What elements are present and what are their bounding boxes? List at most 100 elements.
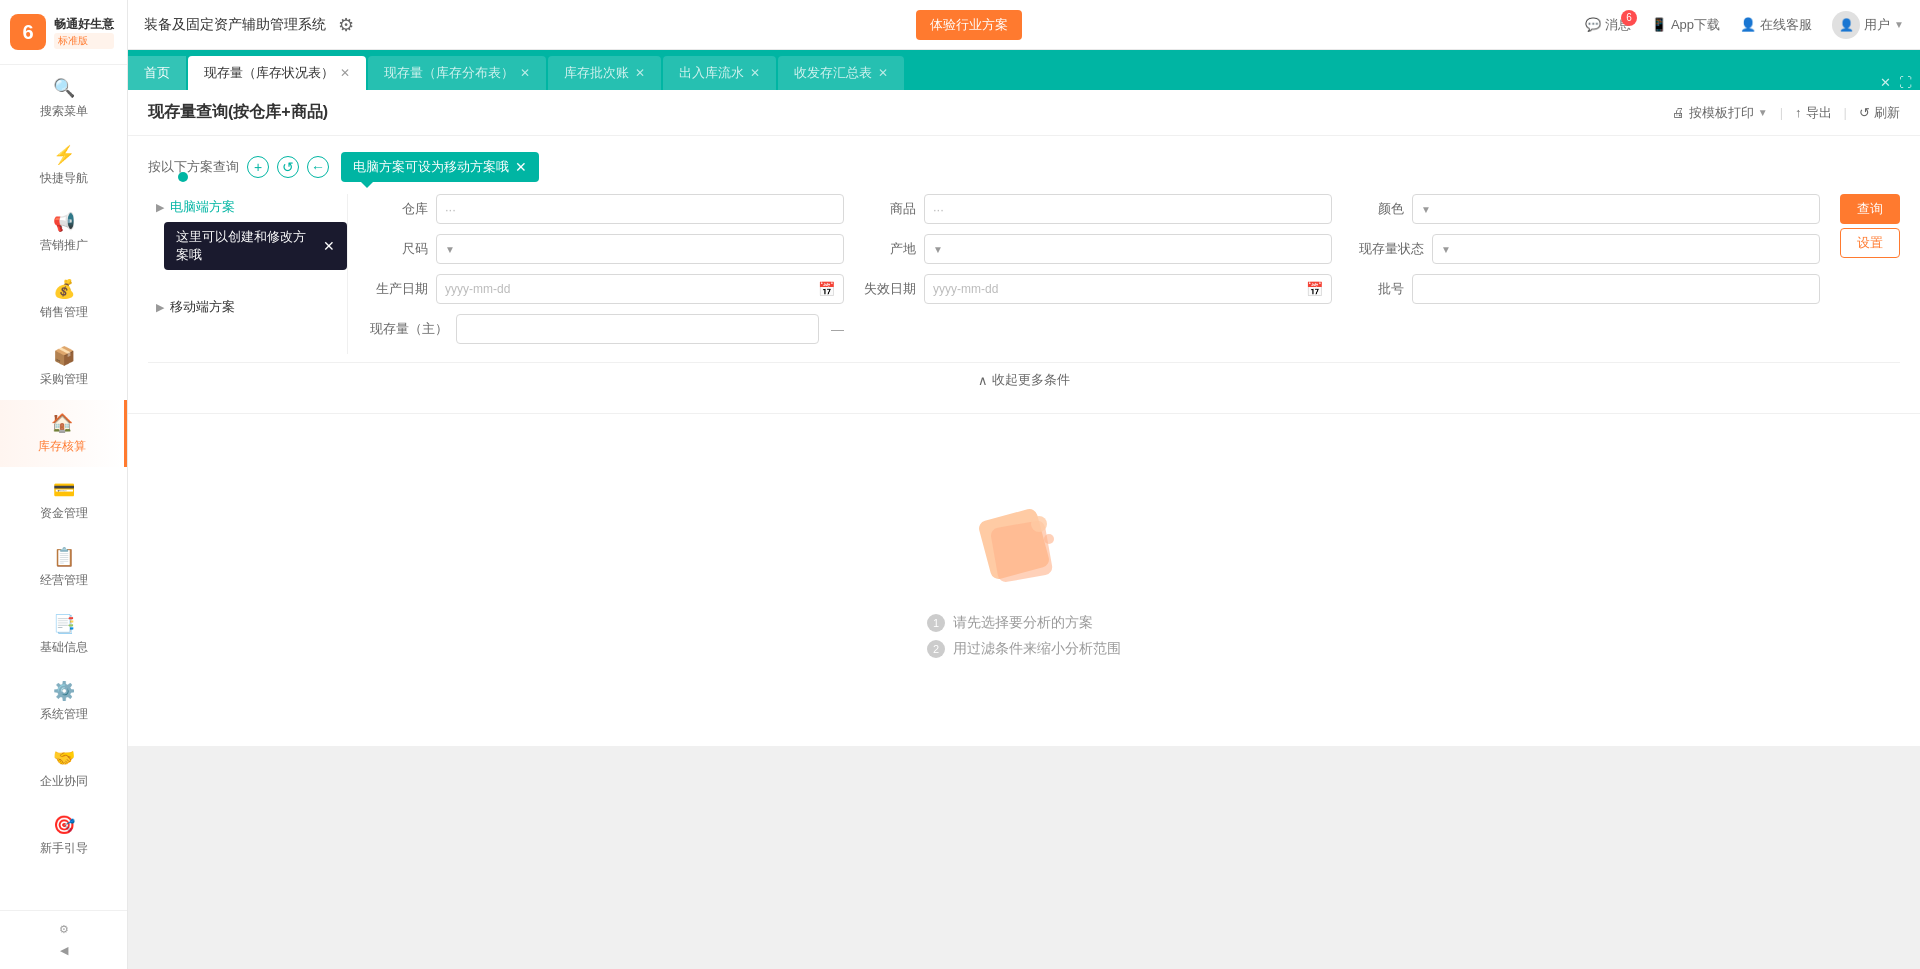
tab-batch[interactable]: 库存批次账 ✕ [548, 56, 661, 90]
empty-illustration [964, 494, 1084, 594]
exp-date-input[interactable]: yyyy-mm-dd 📅 [924, 274, 1332, 304]
tab-close-icon[interactable]: ✕ [878, 66, 888, 80]
sidebar-item-marketing[interactable]: 📢 营销推广 [0, 199, 127, 266]
mfg-date-input[interactable]: yyyy-mm-dd 📅 [436, 274, 844, 304]
close-all-icon[interactable]: ✕ [1880, 75, 1891, 90]
header-actions: 体验行业方案 [916, 10, 1022, 40]
message-btn[interactable]: 💬 消息 6 [1585, 16, 1631, 34]
scheme-tree-mobile[interactable]: ▶ 移动端方案 [148, 294, 347, 320]
filter-add-button[interactable]: + [247, 156, 269, 178]
scheme-tree-pc[interactable]: ▶ 电脑端方案 [148, 194, 347, 220]
empty-state: 1 请先选择要分析的方案 2 用过滤条件来缩小分析范围 [128, 414, 1920, 746]
collapse-button[interactable]: ∧ 收起更多条件 [978, 371, 1070, 389]
tab-close-icon[interactable]: ✕ [520, 66, 530, 80]
stock-main-from[interactable] [456, 314, 819, 344]
filter-fields: 查询 设置 仓库 ··· 商品 [348, 194, 1900, 354]
goods-select[interactable]: ··· [924, 194, 1332, 224]
sidebar-item-basic-info[interactable]: 📑 基础信息 [0, 601, 127, 668]
scheme-panel: ▶ 电脑端方案 这里可以创建和修改方案哦 ✕ ▶ [148, 194, 348, 354]
sidebar-item-operations[interactable]: 📋 经营管理 [0, 534, 127, 601]
tab-close-icon[interactable]: ✕ [750, 66, 760, 80]
chevron-down-icon: ▼ [933, 244, 943, 255]
filter-back-button[interactable]: ← [307, 156, 329, 178]
sidebar-item-collab[interactable]: 🤝 企业协同 [0, 735, 127, 802]
sidebar-item-search[interactable]: 🔍 搜索菜单 [0, 65, 127, 132]
stock-status-select[interactable]: ▼ [1432, 234, 1820, 264]
sidebar-item-label: 销售管理 [40, 304, 88, 321]
sidebar-item-purchase[interactable]: 📦 采购管理 [0, 333, 127, 400]
sidebar-item-quicknav[interactable]: ⚡ 快捷导航 [0, 132, 127, 199]
mfg-date-field: 生产日期 yyyy-mm-dd 📅 [368, 274, 844, 304]
origin-select[interactable]: ▼ [924, 234, 1332, 264]
sidebar-item-label: 经营管理 [40, 572, 88, 589]
edit-tooltip-container: 这里可以创建和修改方案哦 ✕ [164, 222, 347, 270]
chevron-down-icon: ▼ [1421, 204, 1431, 215]
chevron-up-icon: ∧ [978, 373, 988, 388]
color-field: 颜色 ▼ [1344, 194, 1820, 224]
filter-label: 按以下方案查询 [148, 158, 239, 176]
pc-tooltip-close[interactable]: ✕ [515, 159, 527, 175]
reset-button[interactable]: 设置 [1840, 228, 1900, 258]
settings-gear-icon[interactable]: ⚙ [338, 14, 354, 36]
query-button[interactable]: 查询 [1840, 194, 1900, 224]
collab-icon: 🤝 [53, 747, 75, 769]
industry-btn[interactable]: 体验行业方案 [916, 10, 1022, 40]
logo-text: 畅通好生意 标准版 [54, 16, 114, 49]
support-icon: 👤 [1740, 17, 1756, 32]
stock-main-field: 现存量（主） — [368, 314, 848, 344]
sidebar-item-label: 库存核算 [38, 438, 86, 455]
range-separator: — [831, 322, 844, 337]
sidebar-item-inventory[interactable]: 🏠 库存核算 [0, 400, 127, 467]
user-menu[interactable]: 👤 用户 ▼ [1832, 11, 1904, 39]
sidebar-item-label: 搜索菜单 [40, 103, 88, 120]
filter-header: 按以下方案查询 + ↺ ← 电脑方案可设为移动方案哦 ✕ [148, 152, 1900, 182]
sidebar-item-finance[interactable]: 💳 资金管理 [0, 467, 127, 534]
pc-scheme-tooltip[interactable]: 电脑方案可设为移动方案哦 ✕ [341, 152, 539, 182]
connector-dot [178, 172, 188, 182]
expand-icon[interactable]: ⛶ [1899, 75, 1912, 90]
edit-tooltip-close[interactable]: ✕ [323, 238, 335, 254]
sidebar-item-label: 基础信息 [40, 639, 88, 656]
warehouse-label: 仓库 [368, 200, 428, 218]
sidebar-item-guide[interactable]: 🎯 新手引导 [0, 802, 127, 869]
content-area: 现存量查询(按仓库+商品) 🖨 按模板打印 ▼ | ↑ 导出 | ↺ [128, 90, 1920, 746]
system-title: 装备及固定资产辅助管理系统 [144, 16, 326, 34]
avatar-icon: 👤 [1839, 18, 1854, 32]
print-icon: 🖨 [1672, 105, 1685, 120]
tab-summary[interactable]: 收发存汇总表 ✕ [778, 56, 904, 90]
origin-label: 产地 [856, 240, 916, 258]
header-left: 装备及固定资产辅助管理系统 ⚙ [144, 14, 354, 36]
app-download-btn[interactable]: 📱 App下载 [1651, 16, 1720, 34]
batch-input[interactable] [1412, 274, 1820, 304]
edit-scheme-tooltip[interactable]: 这里可以创建和修改方案哦 ✕ [164, 222, 347, 270]
goods-dots: ··· [933, 202, 944, 217]
filter-section: 按以下方案查询 + ↺ ← 电脑方案可设为移动方案哦 ✕ [128, 136, 1920, 413]
calendar-icon: 📅 [818, 281, 835, 297]
exp-date-label: 失效日期 [856, 280, 916, 298]
chevron-down-icon: ▼ [1441, 244, 1451, 255]
tab-home[interactable]: 首页 [128, 56, 186, 90]
warehouse-select[interactable]: ··· [436, 194, 844, 224]
tab-close-icon[interactable]: ✕ [340, 66, 350, 80]
tab-close-icon[interactable]: ✕ [635, 66, 645, 80]
inventory-icon: 🏠 [51, 412, 73, 434]
size-select[interactable]: ▼ [436, 234, 844, 264]
svg-point-2 [1031, 516, 1047, 532]
tab-flow[interactable]: 出入库流水 ✕ [663, 56, 776, 90]
refresh-btn[interactable]: ↺ 刷新 [1859, 104, 1900, 122]
export-btn[interactable]: ↑ 导出 [1795, 104, 1832, 122]
sidebar-collapse[interactable]: ◀ [60, 944, 68, 957]
sidebar-item-system[interactable]: ⚙️ 系统管理 [0, 668, 127, 735]
sidebar-settings[interactable]: ⚙ [59, 923, 69, 936]
print-btn[interactable]: 🖨 按模板打印 ▼ [1672, 104, 1768, 122]
tab-stock-status[interactable]: 现存量（库存状况表） ✕ [188, 56, 366, 90]
purchase-icon: 📦 [53, 345, 75, 367]
online-support-label: 在线客服 [1760, 16, 1812, 34]
tab-stock-dist[interactable]: 现存量（库存分布表） ✕ [368, 56, 546, 90]
collapse-row: ∧ 收起更多条件 [148, 362, 1900, 397]
online-support-btn[interactable]: 👤 在线客服 [1740, 16, 1812, 34]
sidebar-item-sales[interactable]: 💰 销售管理 [0, 266, 127, 333]
color-select[interactable]: ▼ [1412, 194, 1820, 224]
filter-refresh-button[interactable]: ↺ [277, 156, 299, 178]
mfg-date-label: 生产日期 [368, 280, 428, 298]
